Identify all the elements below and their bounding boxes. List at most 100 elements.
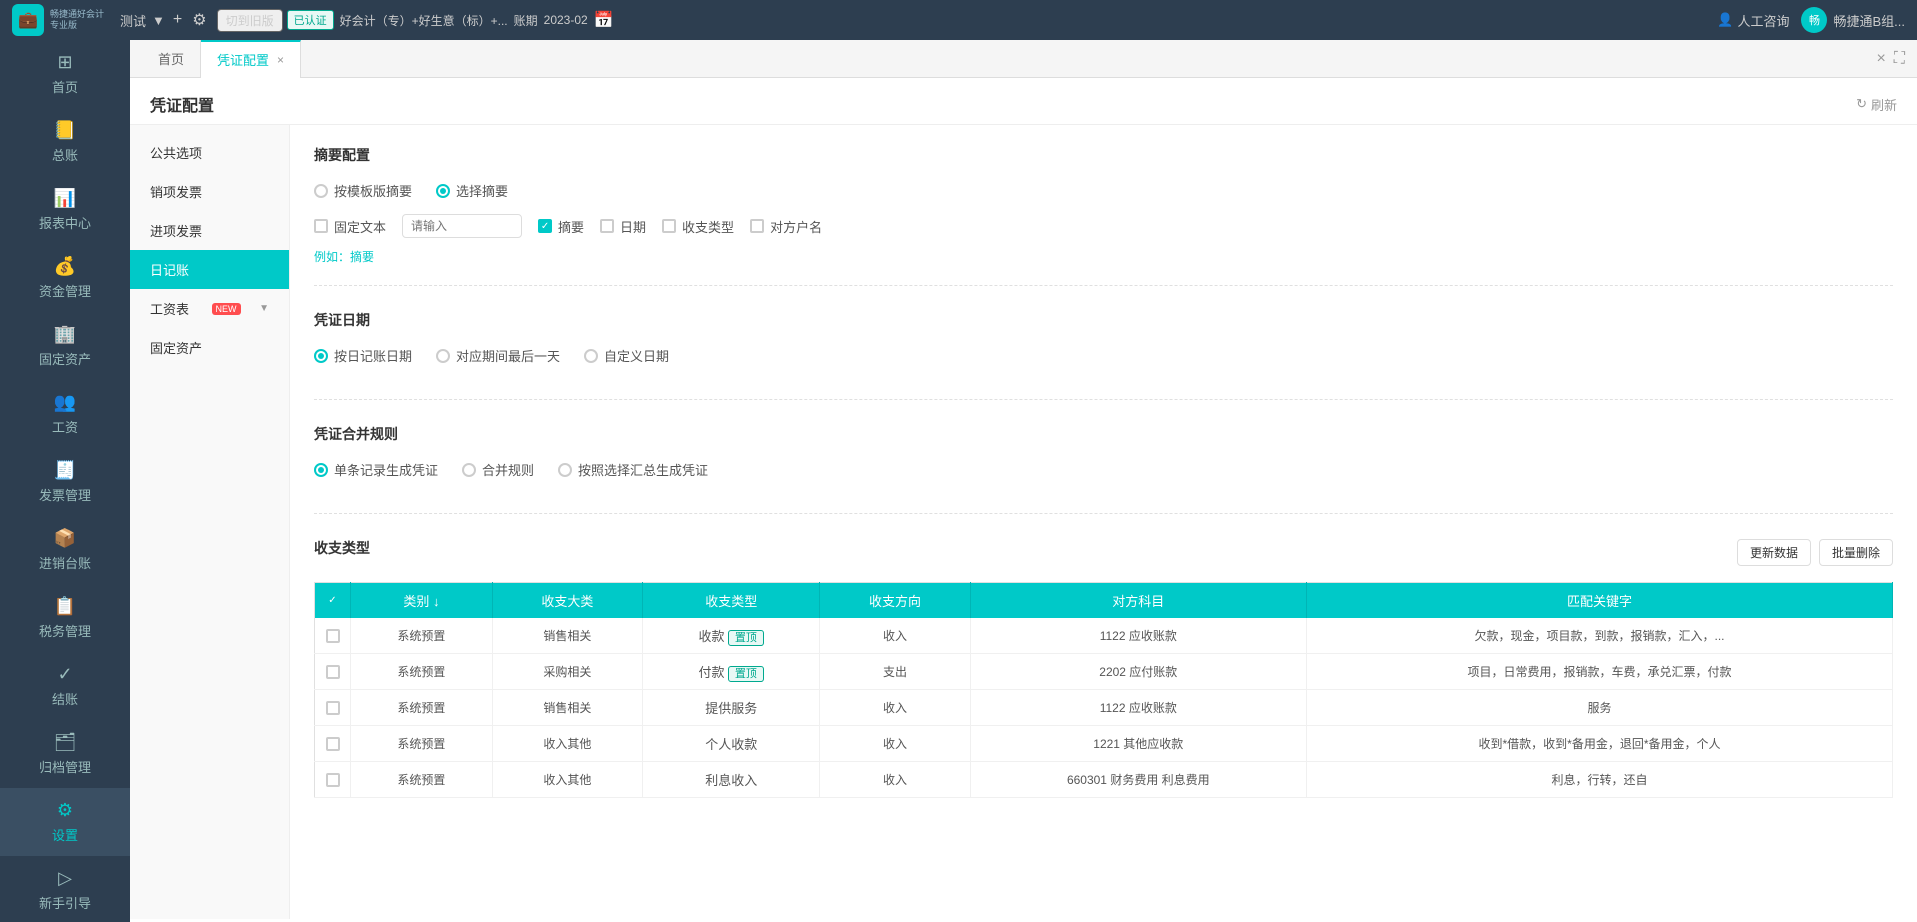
row-checkbox[interactable] bbox=[326, 665, 340, 679]
tab-bar: 首页 凭证配置 × × ⛶ bbox=[130, 40, 1917, 78]
sidebar-item-settlement[interactable]: ✓ 结账 bbox=[0, 652, 130, 720]
sidebar-item-label: 发票管理 bbox=[39, 485, 91, 504]
summary-radio-template[interactable]: 按模板版摘要 bbox=[314, 181, 412, 200]
top-badge: 置顶 bbox=[728, 630, 764, 646]
example-text: 例如：摘要 bbox=[314, 248, 1893, 265]
settings-icon[interactable]: ⚙ bbox=[192, 10, 206, 30]
main-layout: ⊞ 首页 📒 总账 📊 报表中心 💰 资金管理 🏢 固定资产 👥 工资 🧾 发票… bbox=[0, 40, 1917, 922]
topbar: 💼 畅捷通好会计 专业版 测试 ▼ + ⚙ 切到旧版 已认证 好会计（专）+好生… bbox=[0, 0, 1917, 40]
header-checkbox[interactable]: ✓ bbox=[326, 594, 339, 607]
row-checkbox[interactable] bbox=[326, 737, 340, 751]
sidebar-item-new-guide[interactable]: ▷ 新手引导 bbox=[0, 856, 130, 922]
income-expense-title: 收支类型 bbox=[314, 538, 370, 558]
tab-close-icon[interactable]: × bbox=[277, 53, 284, 67]
checkbox-summary[interactable]: ✓ 摘要 bbox=[538, 217, 584, 236]
td-keywords: 收到*借款，收到*备用金，退回*备用金，个人 bbox=[1307, 726, 1893, 762]
update-data-button[interactable]: 更新数据 bbox=[1737, 539, 1811, 566]
company-name: 测试 bbox=[120, 11, 146, 30]
table-row: 系统预置 采购相关 付款 置顶 支出 2202 应付账款 项目，日常费用，报销款… bbox=[315, 654, 1893, 690]
th-checkbox: ✓ bbox=[315, 583, 351, 619]
checkbox-opposite[interactable]: 对方户名 bbox=[750, 217, 822, 236]
company-dropdown[interactable]: ▼ bbox=[152, 13, 165, 28]
checkbox-box-opposite bbox=[750, 219, 764, 233]
td-subject: 1122 应收账款 bbox=[970, 618, 1307, 654]
home-icon: ⊞ bbox=[57, 52, 72, 73]
sidebar-item-fund-mgmt[interactable]: 💰 资金管理 bbox=[0, 244, 130, 312]
row-checkbox[interactable] bbox=[326, 773, 340, 787]
radio-circle-selected-total bbox=[558, 463, 572, 477]
sidebar-item-purchase-sales[interactable]: 📦 进销台账 bbox=[0, 516, 130, 584]
tab-home[interactable]: 首页 bbox=[142, 40, 201, 78]
assets-icon: 🏢 bbox=[54, 324, 76, 345]
table-row: 系统预置 销售相关 提供服务 收入 1122 应收账款 服务 bbox=[315, 690, 1893, 726]
summary-radio-group: 按模板版摘要 选择摘要 bbox=[314, 181, 1893, 200]
td-type: 提供服务 bbox=[642, 690, 820, 726]
haokuai-tag: 好会计（专）+好生意（标）+... bbox=[340, 12, 508, 29]
help-icon: 👤 bbox=[1717, 12, 1733, 28]
close-tab-button[interactable]: × bbox=[1876, 50, 1885, 68]
sidebar-item-archive-mgmt[interactable]: 🗂 归档管理 bbox=[0, 720, 130, 788]
merge-rules-radio-single[interactable]: 单条记录生成凭证 bbox=[314, 460, 438, 479]
merge-rules-radio-merge[interactable]: 合并规则 bbox=[462, 460, 534, 479]
sidebar-item-invoice-mgmt[interactable]: 🧾 发票管理 bbox=[0, 448, 130, 516]
sidebar-item-tax-mgmt[interactable]: 📋 税务管理 bbox=[0, 584, 130, 652]
merge-rules-radio-selected-total[interactable]: 按照选择汇总生成凭证 bbox=[558, 460, 708, 479]
period-label: 账期 bbox=[514, 12, 538, 29]
user-menu[interactable]: 畅 畅捷通B组... bbox=[1801, 7, 1905, 33]
calendar-icon[interactable]: 📅 bbox=[594, 10, 614, 30]
right-content: 摘要配置 按模板版摘要 选择摘要 bbox=[290, 125, 1917, 919]
sidebar-item-settings[interactable]: ⚙ 设置 bbox=[0, 788, 130, 856]
tax-icon: 📋 bbox=[54, 596, 76, 617]
left-nav-public[interactable]: 公共选项 bbox=[130, 133, 289, 172]
refresh-button[interactable]: ↻ 刷新 bbox=[1856, 95, 1897, 114]
sidebar-item-label: 设置 bbox=[52, 825, 78, 844]
left-nav-fixed-assets[interactable]: 固定资产 bbox=[130, 328, 289, 367]
radio-circle-period-last bbox=[436, 349, 450, 363]
tab-voucher-config[interactable]: 凭证配置 × bbox=[201, 40, 301, 78]
table-actions: 更新数据 批量删除 bbox=[1737, 539, 1893, 566]
td-keywords: 欠款，现金，项目款，到款，报销款，汇入，... bbox=[1307, 618, 1893, 654]
batch-delete-button[interactable]: 批量删除 bbox=[1819, 539, 1893, 566]
checkbox-box-type bbox=[662, 219, 676, 233]
sidebar-item-label: 进销台账 bbox=[39, 553, 91, 572]
row-checkbox[interactable] bbox=[326, 701, 340, 715]
table-row: 系统预置 销售相关 收款 置顶 收入 1122 应收账款 欠款，现金，项目款，到… bbox=[315, 618, 1893, 654]
voucher-date-radio-journal[interactable]: 按日记账日期 bbox=[314, 346, 412, 365]
td-checkbox bbox=[315, 618, 351, 654]
sidebar-item-report-center[interactable]: 📊 报表中心 bbox=[0, 176, 130, 244]
summary-radio-select[interactable]: 选择摘要 bbox=[436, 181, 508, 200]
report-icon: 📊 bbox=[54, 188, 76, 209]
td-direction: 收入 bbox=[820, 726, 970, 762]
page-title: 凭证配置 bbox=[150, 92, 214, 116]
checkbox-date[interactable]: 日期 bbox=[600, 217, 646, 236]
voucher-date-radio-period-last[interactable]: 对应期间最后一天 bbox=[436, 346, 560, 365]
guide-icon: ▷ bbox=[58, 868, 72, 889]
fixed-text-input[interactable] bbox=[402, 214, 522, 238]
radio-circle-template bbox=[314, 184, 328, 198]
td-checkbox bbox=[315, 654, 351, 690]
voucher-date-radio-group: 按日记账日期 对应期间最后一天 自定义日期 bbox=[314, 346, 1893, 365]
inner-layout: 公共选项 销项发票 进项发票 日记账 工资表 NEW ▼ bbox=[130, 125, 1917, 919]
left-nav-journal[interactable]: 日记账 bbox=[130, 250, 289, 289]
checkbox-type[interactable]: 收支类型 bbox=[662, 217, 734, 236]
td-category: 系统预置 bbox=[351, 726, 493, 762]
fullscreen-button[interactable]: ⛶ bbox=[1894, 50, 1905, 68]
sidebar-item-general-ledger[interactable]: 📒 总账 bbox=[0, 108, 130, 176]
new-badge: NEW bbox=[212, 303, 241, 315]
help-button[interactable]: 👤 人工咨询 bbox=[1717, 11, 1789, 30]
left-nav-purchase-invoice[interactable]: 进项发票 bbox=[130, 211, 289, 250]
switch-version-button[interactable]: 切到旧版 bbox=[217, 9, 283, 32]
row-checkbox[interactable] bbox=[326, 629, 340, 643]
settings-icon: ⚙ bbox=[57, 800, 73, 821]
voucher-date-radio-custom[interactable]: 自定义日期 bbox=[584, 346, 669, 365]
left-nav-payroll-table[interactable]: 工资表 NEW ▼ bbox=[130, 289, 289, 328]
td-subject: 660301 财务费用 利息费用 bbox=[970, 762, 1307, 798]
sidebar-item-home[interactable]: ⊞ 首页 bbox=[0, 40, 130, 108]
left-nav-sales-invoice[interactable]: 销项发票 bbox=[130, 172, 289, 211]
checkbox-box-summary: ✓ bbox=[538, 219, 552, 233]
checkbox-fixed-text[interactable]: 固定文本 bbox=[314, 217, 386, 236]
sidebar-item-payroll[interactable]: 👥 工资 bbox=[0, 380, 130, 448]
sidebar-item-fixed-assets[interactable]: 🏢 固定资产 bbox=[0, 312, 130, 380]
radio-circle-select bbox=[436, 184, 450, 198]
add-icon[interactable]: + bbox=[173, 11, 182, 29]
